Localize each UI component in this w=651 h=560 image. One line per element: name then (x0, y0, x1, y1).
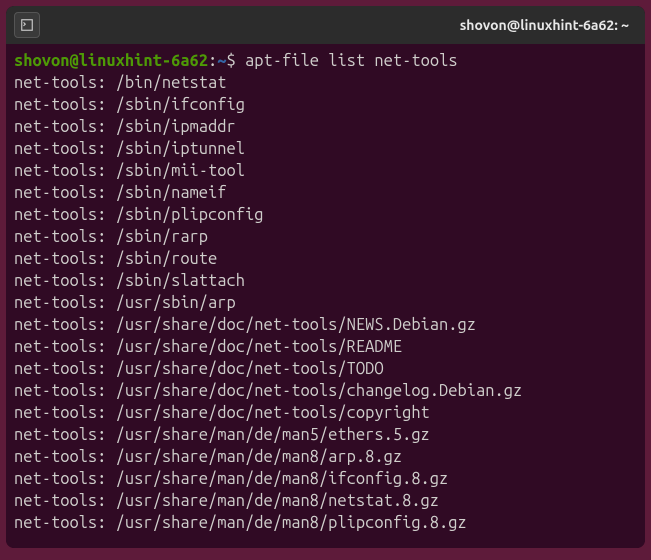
output-line: net-tools: /usr/share/man/de/man8/arp.8.… (14, 446, 637, 468)
output-line: net-tools: /sbin/mii-tool (14, 160, 637, 182)
output-line: net-tools: /usr/share/man/de/man8/ifconf… (14, 468, 637, 490)
output-line: net-tools: /usr/share/man/de/man8/plipco… (14, 512, 637, 534)
terminal-body[interactable]: shovon@linuxhint-6a62:~$ apt-file list n… (6, 44, 645, 548)
output-line: net-tools: /sbin/nameif (14, 182, 637, 204)
terminal-icon (20, 18, 34, 32)
output-line: net-tools: /sbin/plipconfig (14, 204, 637, 226)
terminal-window: shovon@linuxhint-6a62: ~ shovon@linuxhin… (6, 6, 645, 548)
output-line: net-tools: /usr/share/doc/net-tools/READ… (14, 336, 637, 358)
prompt-line: shovon@linuxhint-6a62:~$ apt-file list n… (14, 50, 637, 72)
prompt-path: ~ (217, 52, 226, 70)
output-line: net-tools: /usr/share/doc/net-tools/copy… (14, 402, 637, 424)
new-tab-button[interactable] (14, 12, 40, 38)
output-line: net-tools: /usr/share/doc/net-tools/TODO (14, 358, 637, 380)
output-line: net-tools: /usr/share/doc/net-tools/chan… (14, 380, 637, 402)
output-line: net-tools: /sbin/route (14, 248, 637, 270)
output-line: net-tools: /bin/netstat (14, 72, 637, 94)
prompt-user-host: shovon@linuxhint-6a62 (14, 52, 208, 70)
output-line: net-tools: /sbin/slattach (14, 270, 637, 292)
prompt-symbol: $ (227, 52, 236, 70)
output-line: net-tools: /sbin/iptunnel (14, 138, 637, 160)
output-line: net-tools: /usr/share/doc/net-tools/NEWS… (14, 314, 637, 336)
titlebar-left (14, 12, 40, 38)
output-line: net-tools: /usr/sbin/arp (14, 292, 637, 314)
output-line: net-tools: /usr/share/man/de/man5/ethers… (14, 424, 637, 446)
command-text: apt-file list net-tools (236, 52, 458, 70)
output-line: net-tools: /sbin/ipmaddr (14, 116, 637, 138)
output-line: net-tools: /sbin/rarp (14, 226, 637, 248)
titlebar[interactable]: shovon@linuxhint-6a62: ~ (6, 6, 645, 44)
output-line: net-tools: /sbin/ifconfig (14, 94, 637, 116)
window-title: shovon@linuxhint-6a62: ~ (40, 17, 637, 33)
output-line: net-tools: /usr/share/man/de/man8/netsta… (14, 490, 637, 512)
prompt-separator: : (208, 52, 217, 70)
output-container: net-tools: /bin/netstatnet-tools: /sbin/… (14, 72, 637, 534)
